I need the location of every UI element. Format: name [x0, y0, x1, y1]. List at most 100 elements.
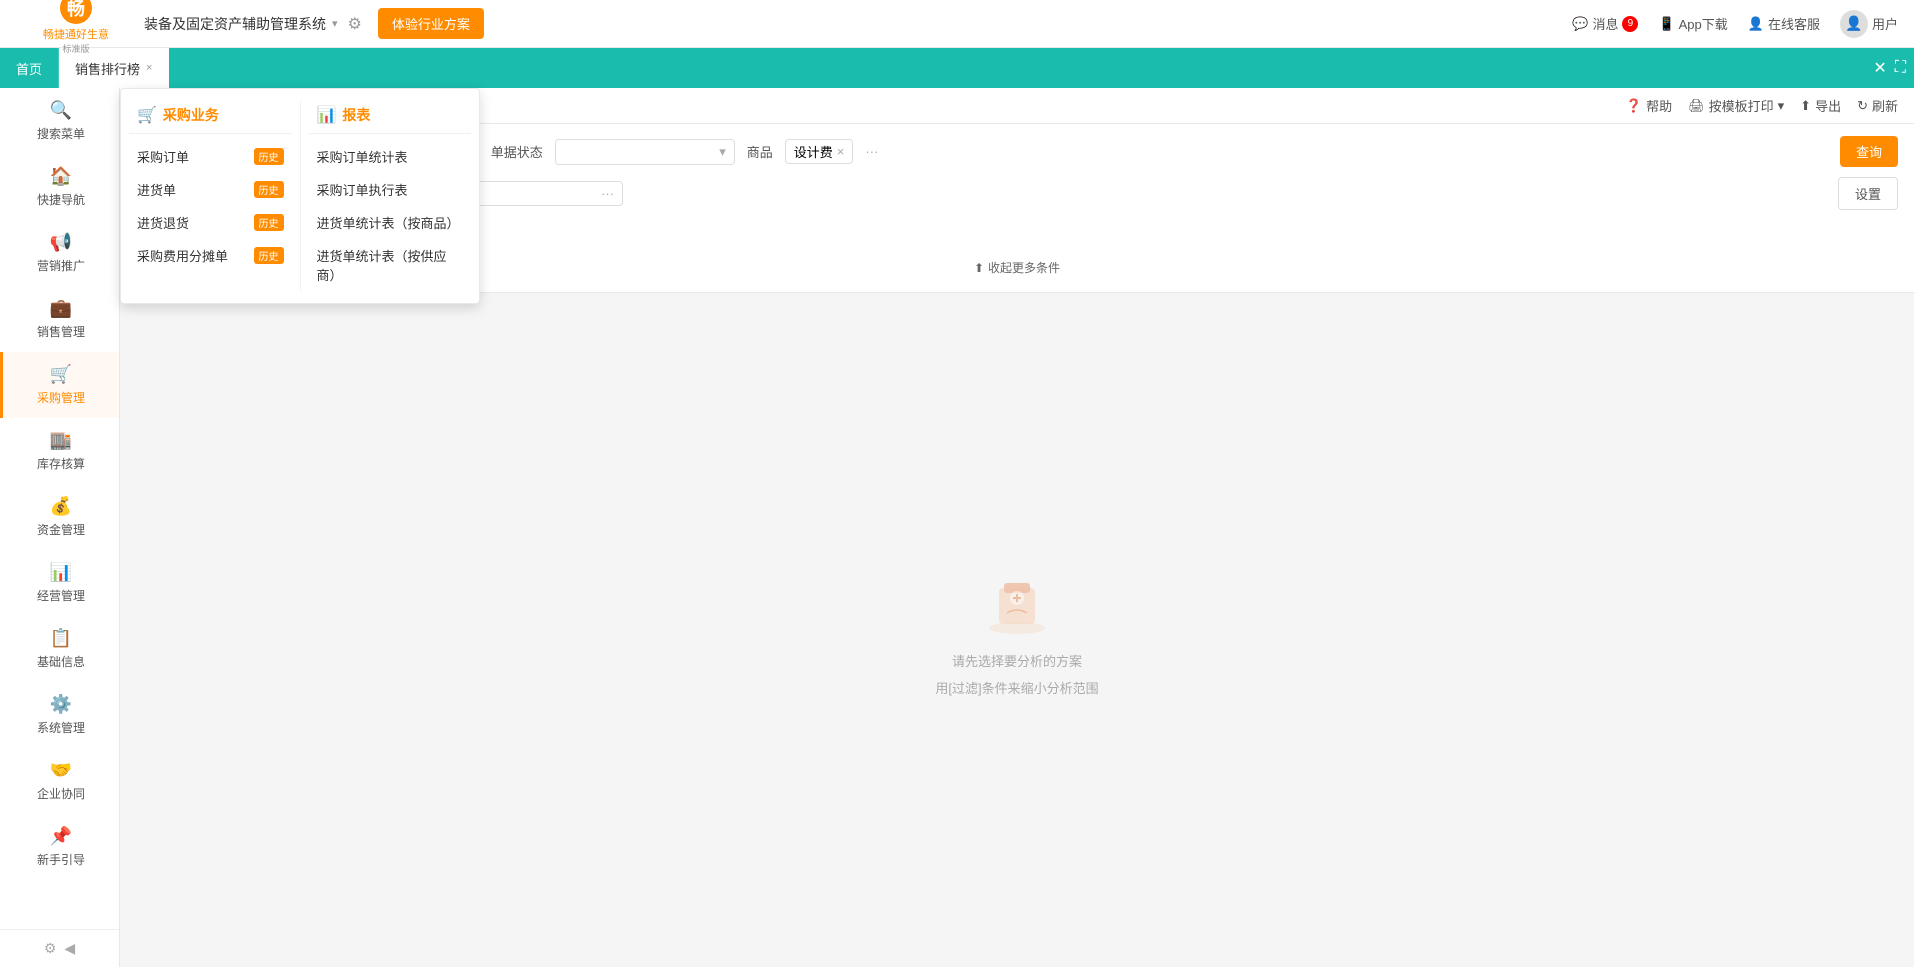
user-button[interactable]: 👤 用户 — [1840, 10, 1898, 38]
history-badge-3: 历史 — [254, 247, 284, 264]
history-badge-0: 历史 — [254, 148, 284, 165]
purchase-col-icon: 🛒 — [137, 105, 157, 125]
sidebar-item-inventory[interactable]: 🏬库存核算 — [0, 418, 119, 484]
dropdown-right-title: 📊 报表 — [309, 101, 472, 134]
sidebar-icon-base: 📋 — [50, 628, 72, 649]
help-icon: ❓ — [1626, 98, 1642, 114]
sidebar-label-nav: 快捷导航 — [37, 191, 85, 208]
dropdown-left-items: 采购订单历史进货单历史进货退货历史采购费用分摊单历史 — [129, 140, 292, 272]
dropdown-left-col: 🛒 采购业务 采购订单历史进货单历史进货退货历史采购费用分摊单历史 — [121, 101, 300, 291]
empty-illustration — [977, 563, 1057, 643]
dropdown-right-item-0[interactable]: 采购订单统计表 — [309, 140, 472, 173]
sidebar-icon-purchase: 🛒 — [50, 364, 72, 385]
logo-icon: 畅 — [60, 0, 92, 24]
tab-close-icon[interactable]: × — [146, 62, 152, 74]
topbar-right: 💬 消息 9 📱 App下载 👤 在线客服 👤 用户 — [1572, 10, 1898, 38]
export-button[interactable]: ⬆ 导出 — [1800, 96, 1841, 115]
topbar: 畅 畅捷通好生意 标准版 装备及固定资产辅助管理系统 ▾ ⚙ 体验行业方案 💬 … — [0, 0, 1914, 48]
sidebar-item-marketing[interactable]: 📢营销推广 — [0, 220, 119, 286]
sidebar-item-sales[interactable]: 💼 销售管理 — [0, 286, 119, 352]
app-icon: 📱 — [1658, 16, 1674, 32]
dropdown-right-items: 采购订单统计表采购订单执行表进货单统计表（按商品）进货单统计表（按供应商） — [309, 140, 472, 291]
sidebar-item-purchase[interactable]: 🛒 采购管理 — [0, 352, 119, 418]
sidebar-icon-finance: 💰 — [50, 496, 72, 517]
doc-status-label: 单据状态 — [491, 142, 543, 161]
tab-close-window-icon[interactable]: ✕ — [1873, 58, 1886, 78]
sidebar-collapse-icon[interactable]: ◀ — [64, 940, 75, 957]
dropdown-left-item-1[interactable]: 进货单历史 — [129, 173, 292, 206]
goods-ellipsis[interactable]: ··· — [865, 144, 878, 159]
sidebar-item-guide[interactable]: 📌 新手引导 — [0, 814, 119, 880]
sidebar-items: 🔍 搜索菜单 🏠快捷导航📢营销推广 💼 销售管理 🛒 采购管理 🏬库存核算 💰 资金管理 📊 经营管理… — [0, 88, 119, 880]
logo-text: 畅捷通好生意 — [43, 26, 109, 42]
service-icon: 👤 — [1748, 16, 1764, 32]
service-button[interactable]: 👤 在线客服 — [1748, 14, 1820, 33]
sidebar: 🔍 搜索菜单 🏠快捷导航📢营销推广 💼 销售管理 🛒 采购管理 🏬库存核算 💰 资金管理 📊 经营管理… — [0, 88, 120, 967]
logo-area: 畅 畅捷通好生意 标准版 — [16, 0, 136, 55]
dropdown-left-title: 🛒 采购业务 — [129, 101, 292, 134]
sidebar-icon-search: 🔍 — [50, 100, 72, 121]
sidebar-label-finance: 资金管理 — [37, 521, 85, 538]
sidebar-item-collab[interactable]: 🤝 企业协同 — [0, 748, 119, 814]
sidebar-icon-sales: 💼 — [50, 298, 72, 319]
user-avatar: 👤 — [1840, 10, 1868, 38]
empty-state: 请先选择要分析的方案 用[过滤]条件来缩小分析范围 — [120, 293, 1914, 967]
sidebar-label-base: 基础信息 — [37, 653, 85, 670]
tabbar-right: ✕ ⛶ — [1873, 58, 1914, 78]
sidebar-item-finance[interactable]: 💰 资金管理 — [0, 484, 119, 550]
action-btns: 查询 — [1840, 136, 1898, 167]
sidebar-label-collab: 企业协同 — [37, 785, 85, 802]
sidebar-item-operations[interactable]: 📊 经营管理 — [0, 550, 119, 616]
sidebar-label-search: 搜索菜单 — [37, 125, 85, 142]
dropdown-right-item-3[interactable]: 进货单统计表（按供应商） — [309, 239, 472, 291]
sidebar-label-inventory: 库存核算 — [37, 455, 85, 472]
messages-button[interactable]: 💬 消息 9 — [1572, 14, 1638, 33]
dropdown-left-item-3[interactable]: 采购费用分摊单历史 — [129, 239, 292, 272]
dropdown-right-item-2[interactable]: 进货单统计表（按商品） — [309, 206, 472, 239]
goods-tag-remove[interactable]: × — [837, 144, 845, 159]
sidebar-icon-operations: 📊 — [50, 562, 72, 583]
dropdown-left-item-0[interactable]: 采购订单历史 — [129, 140, 292, 173]
sidebar-label-operations: 经营管理 — [37, 587, 85, 604]
app-download-button[interactable]: 📱 App下载 — [1658, 14, 1727, 33]
settings-button[interactable]: 设置 — [1838, 177, 1898, 210]
doc-status-select[interactable]: ▾ — [555, 139, 735, 165]
sidebar-icon-system: ⚙️ — [50, 694, 72, 715]
goods-label: 商品 — [747, 142, 773, 161]
system-title-arrow[interactable]: ▾ — [332, 17, 338, 30]
sidebar-label-system: 系统管理 — [37, 719, 85, 736]
tab-maximize-icon[interactable]: ⛶ — [1895, 59, 1906, 77]
sidebar-icon-guide: 📌 — [50, 826, 72, 847]
empty-line1: 请先选择要分析的方案 — [952, 651, 1082, 670]
sidebar-bottom: ⚙ ◀ — [0, 929, 119, 967]
sidebar-label-purchase: 采购管理 — [37, 389, 85, 406]
settings-icon[interactable]: ⚙ — [348, 14, 362, 34]
dropdown-right-item-1[interactable]: 采购订单执行表 — [309, 173, 472, 206]
export-icon: ⬆ — [1800, 98, 1811, 114]
sidebar-icon-collab: 🤝 — [50, 760, 72, 781]
system-title: 装备及固定资产辅助管理系统 ▾ — [144, 14, 338, 34]
query-button[interactable]: 查询 — [1840, 136, 1898, 167]
empty-line2: 用[过滤]条件来缩小分析范围 — [935, 678, 1098, 697]
sidebar-label-guide: 新手引导 — [37, 851, 85, 868]
print-button[interactable]: 🖨 按模板打印 ▾ — [1688, 96, 1784, 115]
trial-button[interactable]: 体验行业方案 — [378, 8, 484, 39]
sidebar-item-system[interactable]: ⚙️ 系统管理 — [0, 682, 119, 748]
print-arrow-icon: ▾ — [1778, 98, 1785, 114]
sidebar-item-base[interactable]: 📋 基础信息 — [0, 616, 119, 682]
dropdown-left-item-2[interactable]: 进货退货历史 — [129, 206, 292, 239]
sidebar-settings-icon[interactable]: ⚙ — [44, 940, 57, 957]
refresh-button[interactable]: ↻ 刷新 — [1857, 96, 1898, 115]
message-icon: 💬 — [1572, 16, 1588, 32]
sidebar-item-nav[interactable]: 🏠快捷导航 — [0, 154, 119, 220]
doc-status-arrow: ▾ — [719, 144, 726, 160]
action-btns-2: 设置 — [1838, 177, 1898, 210]
report-col-icon: 📊 — [317, 105, 337, 125]
dropdown-menu: 🛒 采购业务 采购订单历史进货单历史进货退货历史采购费用分摊单历史 📊 报表 采… — [120, 88, 480, 304]
help-button[interactable]: ❓ 帮助 — [1626, 96, 1672, 115]
history-badge-1: 历史 — [254, 181, 284, 198]
sidebar-item-search[interactable]: 🔍 搜索菜单 — [0, 88, 119, 154]
sidebar-icon-marketing: 📢 — [50, 232, 72, 253]
tabbar: 首页 销售排行榜 × ✕ ⛶ — [0, 48, 1914, 88]
sidebar-label-sales: 销售管理 — [37, 323, 85, 340]
